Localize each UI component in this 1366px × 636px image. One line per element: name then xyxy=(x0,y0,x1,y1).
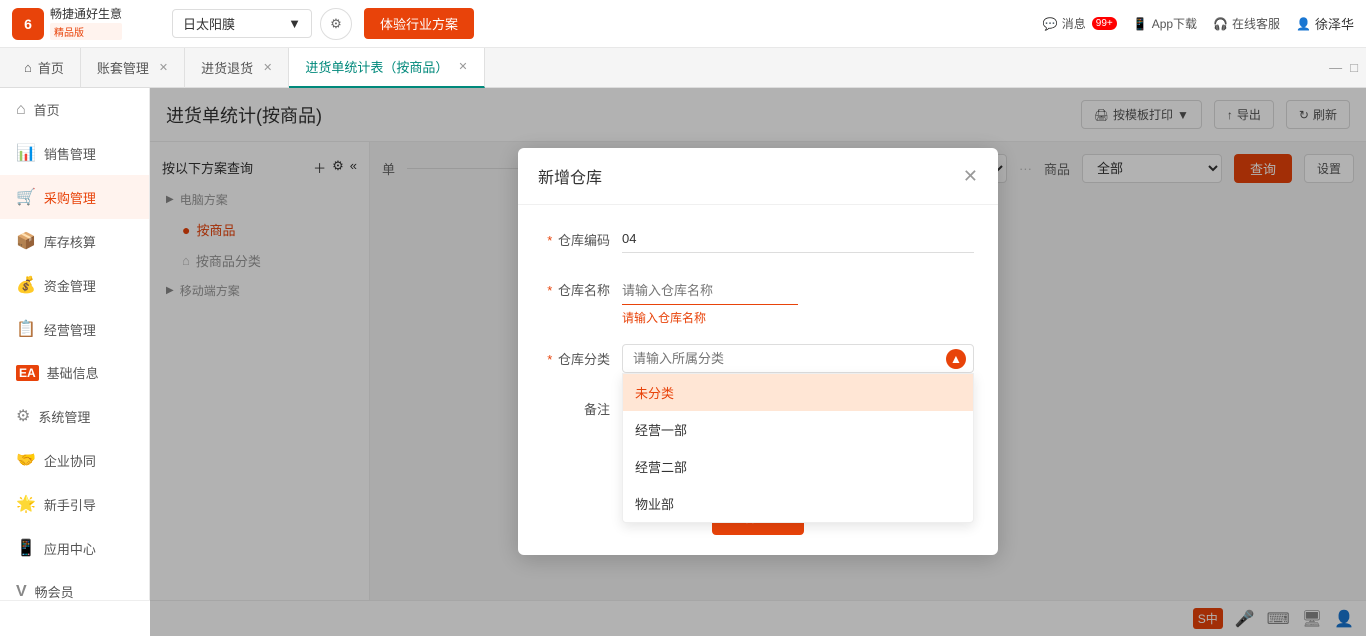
store-selector[interactable]: 日太阳膜 ▼ xyxy=(172,9,312,38)
main-layout: ⌂ 首页 📊 销售管理 🛒 采购管理 📦 库存核算 💰 资金管理 📋 经营管理 … xyxy=(0,88,1366,636)
category-form-row: * 仓库分类 ▲ 未分类 经营一部 经营二部 物业部 xyxy=(542,344,974,376)
modal-title: 新增仓库 xyxy=(538,164,602,188)
modal-close-button[interactable]: ✕ xyxy=(963,166,978,187)
dropdown-option-2[interactable]: 经营二部 xyxy=(623,448,973,485)
name-label: * 仓库名称 xyxy=(542,275,622,307)
new-warehouse-modal: 新增仓库 ✕ * 仓库编码 xyxy=(518,148,998,555)
tab-accounts[interactable]: 账套管理 ✕ xyxy=(81,48,185,88)
category-dropdown-toggle[interactable]: ▲ xyxy=(946,349,966,369)
mobile-icon: 📱 xyxy=(1133,17,1148,31)
tab-close-purchase-stats[interactable]: ✕ xyxy=(458,60,467,73)
home-icon: ⌂ xyxy=(16,101,26,119)
top-header: 6 畅捷通好生意 精品版 日太阳膜 ▼ ⚙ 体验行业方案 💬 消息 99+ 📱 … xyxy=(0,0,1366,48)
dropdown-option-3[interactable]: 物业部 xyxy=(623,485,973,522)
message-icon: 💬 xyxy=(1043,17,1058,31)
finance-icon: 💰 xyxy=(16,275,36,295)
home-icon: ⌂ xyxy=(24,60,32,75)
tab-purchase-return[interactable]: 进货退货 ✕ xyxy=(185,48,289,88)
sidebar-item-enterprise[interactable]: 🤝 企业协同 xyxy=(0,438,149,482)
online-service-button[interactable]: 🎧 在线客服 xyxy=(1213,15,1280,32)
dropdown-option-1[interactable]: 经营一部 xyxy=(623,411,973,448)
sidebar: ⌂ 首页 📊 销售管理 🛒 采购管理 📦 库存核算 💰 资金管理 📋 经营管理 … xyxy=(0,88,150,636)
app-logo-icon: 6 xyxy=(12,8,44,40)
basic-info-icon: EA xyxy=(16,365,39,381)
purchase-icon: 🛒 xyxy=(16,187,36,207)
chevron-down-icon: ▼ xyxy=(288,16,301,31)
vip-icon: V xyxy=(16,583,27,601)
window-minimize-icon[interactable]: — xyxy=(1329,60,1342,75)
person-icon: 👤 xyxy=(1296,17,1311,31)
sidebar-item-finance[interactable]: 💰 资金管理 xyxy=(0,263,149,307)
sidebar-item-operations[interactable]: 📋 经营管理 xyxy=(0,307,149,351)
user-avatar[interactable]: 👤 徐泽华 xyxy=(1296,14,1354,33)
enterprise-icon: 🤝 xyxy=(16,450,36,470)
app-center-icon: 📱 xyxy=(16,538,36,558)
code-form-row: * 仓库编码 xyxy=(542,225,974,257)
try-industry-button[interactable]: 体验行业方案 xyxy=(364,8,474,39)
sidebar-item-system[interactable]: ⚙ 系统管理 xyxy=(0,394,149,438)
category-label: * 仓库分类 xyxy=(542,344,622,376)
headphone-icon: 🎧 xyxy=(1213,17,1228,31)
tab-home[interactable]: ⌂ 首页 xyxy=(8,48,81,88)
sidebar-item-basic-info[interactable]: EA 基础信息 xyxy=(0,351,149,394)
modal-body: * 仓库编码 * 仓库名称 xyxy=(518,205,998,495)
tab-close-purchase-return[interactable]: ✕ xyxy=(263,61,272,74)
note-label: 备注 xyxy=(542,394,622,426)
modal-overlay: 新增仓库 ✕ * 仓库编码 xyxy=(150,88,1366,636)
sidebar-item-sales[interactable]: 📊 销售管理 xyxy=(0,131,149,175)
tab-purchase-stats[interactable]: 进货单统计表（按商品） ✕ xyxy=(289,48,484,88)
app-name: 畅捷通好生意 xyxy=(50,7,122,23)
category-select-wrap: ▲ 未分类 经营一部 经营二部 物业部 xyxy=(622,344,974,373)
code-label: * 仓库编码 xyxy=(542,225,622,257)
message-label: 消息 xyxy=(1062,15,1086,32)
window-maximize-icon[interactable]: □ xyxy=(1350,60,1358,75)
header-right: 💬 消息 99+ 📱 App下载 🎧 在线客服 👤 徐泽华 xyxy=(1043,14,1354,33)
name-form-row: * 仓库名称 请输入仓库名称 xyxy=(542,275,974,326)
name-error-text: 请输入仓库名称 xyxy=(622,309,706,326)
app-badge: 精品版 xyxy=(50,23,122,40)
guide-icon: 🌟 xyxy=(16,494,36,514)
sidebar-item-app-center[interactable]: 📱 应用中心 xyxy=(0,526,149,570)
tab-close-accounts[interactable]: ✕ xyxy=(159,61,168,74)
inventory-icon: 📦 xyxy=(16,231,36,251)
tab-controls: — □ xyxy=(1329,60,1358,75)
logo-area: 6 畅捷通好生意 精品版 xyxy=(12,7,162,40)
message-button[interactable]: 💬 消息 99+ xyxy=(1043,15,1117,32)
sidebar-item-purchase[interactable]: 🛒 采购管理 xyxy=(0,175,149,219)
category-dropdown-list: 未分类 经营一部 经营二部 物业部 xyxy=(622,373,974,523)
sidebar-item-inventory[interactable]: 📦 库存核算 xyxy=(0,219,149,263)
operations-icon: 📋 xyxy=(16,319,36,339)
code-input[interactable] xyxy=(622,225,974,253)
app-download-button[interactable]: 📱 App下载 xyxy=(1133,15,1197,32)
main-content: 进货单统计(按商品) 🖨 按模板打印 ▼ ↑ 导出 ↻ 刷新 xyxy=(150,88,1366,636)
name-input[interactable] xyxy=(622,277,798,305)
modal-header: 新增仓库 ✕ xyxy=(518,148,998,205)
sidebar-item-home[interactable]: ⌂ 首页 xyxy=(0,88,149,131)
system-icon: ⚙ xyxy=(16,406,30,426)
user-name: 徐泽华 xyxy=(1315,14,1354,33)
message-badge: 99+ xyxy=(1092,17,1117,30)
tab-bar: ⌂ 首页 账套管理 ✕ 进货退货 ✕ 进货单统计表（按商品） ✕ — □ xyxy=(0,48,1366,88)
dropdown-option-0[interactable]: 未分类 xyxy=(623,374,973,411)
category-input[interactable] xyxy=(622,344,974,373)
store-name: 日太阳膜 xyxy=(183,14,235,33)
settings-icon[interactable]: ⚙ xyxy=(320,8,352,40)
sales-icon: 📊 xyxy=(16,143,36,163)
sidebar-item-guide[interactable]: 🌟 新手引导 xyxy=(0,482,149,526)
